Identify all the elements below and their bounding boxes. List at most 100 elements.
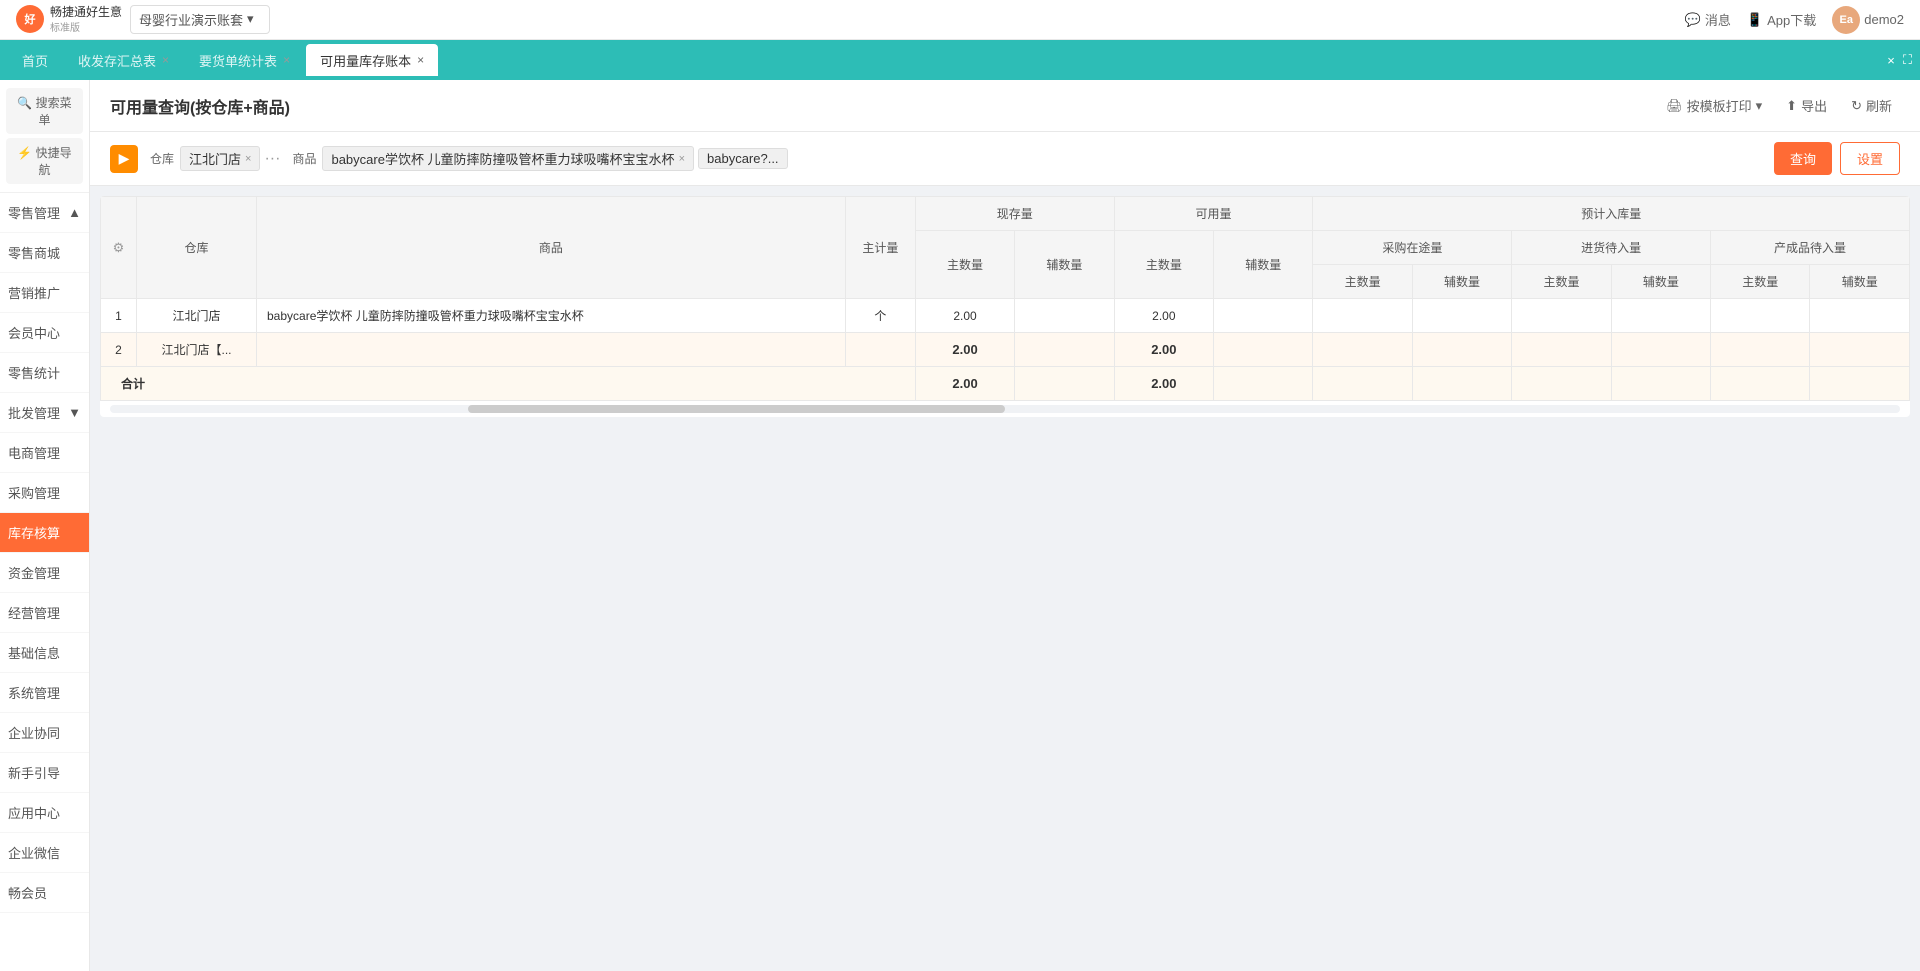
tab-available-inventory-label: 可用量库存账本 xyxy=(320,51,411,70)
th-purchase-aux: 辅数量 xyxy=(1412,265,1511,299)
th-purchase-main: 主数量 xyxy=(1313,265,1412,299)
horizontal-scrollbar[interactable] xyxy=(110,405,1900,413)
footer-total-row: 合计 2.00 2.00 xyxy=(101,367,1910,401)
sidebar-item-ecommerce[interactable]: 电商管理 xyxy=(0,433,89,473)
filter-expand-btn[interactable]: ▶ xyxy=(110,145,138,173)
sidebar-item-basic-info[interactable]: 基础信息 xyxy=(0,633,89,673)
cell-current-main-1: 2.00 xyxy=(915,299,1014,333)
sidebar-item-zero-retail-label: 零售管理 xyxy=(8,203,60,222)
chevron-down-icon: ▾ xyxy=(247,11,254,27)
page-actions: 🖨 按模板打印 ▾ ⬆ 导出 ↻ 刷新 xyxy=(1658,92,1900,119)
export-label: 导出 xyxy=(1801,96,1827,115)
print-btn[interactable]: 🖨 按模板打印 ▾ xyxy=(1658,92,1770,119)
tab-order-stats-close[interactable]: × xyxy=(283,53,290,67)
sidebar-item-finance[interactable]: 资金管理 xyxy=(0,553,89,593)
cell-production-main-1 xyxy=(1711,299,1810,333)
sidebar-item-purchase-label: 采购管理 xyxy=(8,483,60,502)
filter-actions: 查询 设置 xyxy=(1774,142,1900,175)
setting-btn[interactable]: 设置 xyxy=(1840,142,1900,175)
data-table: ⚙ 仓库 商品 主计量 现存量 可用量 预计入库量 主数量 辅数量 xyxy=(100,196,1910,401)
th-avail-main: 主数量 xyxy=(1114,231,1213,299)
sidebar-item-retail-mall[interactable]: 零售商城 xyxy=(0,233,89,273)
cell-purchase-main-1 xyxy=(1313,299,1412,333)
industry-label: 母婴行业演示账套 xyxy=(139,10,243,29)
sidebar-item-enterprise[interactable]: 企业协同 xyxy=(0,713,89,753)
sidebar-item-retail-stats[interactable]: 零售统计 xyxy=(0,353,89,393)
product-filter: 商品 babycare学饮杯 儿童防摔防撞吸管杯重力球吸嘴杯宝宝水杯 × bab… xyxy=(292,146,787,171)
tab-receivable-label: 收发存汇总表 xyxy=(78,51,156,70)
product-tag-0[interactable]: babycare学饮杯 儿童防摔防撞吸管杯重力球吸嘴杯宝宝水杯 × xyxy=(322,146,694,171)
settings-icon[interactable]: ⚙ xyxy=(113,240,125,255)
scrollbar-thumb[interactable] xyxy=(468,405,1005,413)
warehouse-more-btn[interactable]: ··· xyxy=(264,150,280,168)
quick-nav-btn[interactable]: ⚡ 快捷导航 xyxy=(6,138,83,184)
footer-avail-aux xyxy=(1214,367,1313,401)
warehouse-tags: 江北门店 × ··· xyxy=(180,146,280,171)
cell-purchase-aux-1 xyxy=(1412,299,1511,333)
filter-bar: ▶ 仓库 江北门店 × ··· 商品 babycare学饮杯 儿童防摔防撞吸管杯… xyxy=(90,132,1920,186)
page-header: 可用量查询(按仓库+商品) 🖨 按模板打印 ▾ ⬆ 导出 ↻ 刷新 xyxy=(90,80,1920,132)
main-layout: 🔍 搜索菜单 ⚡ 快捷导航 零售管理 ▲ 零售商城 营销推广 会员中心 零售统计… xyxy=(0,80,1920,971)
tab-receivable-close[interactable]: × xyxy=(162,53,169,67)
print-icon: 🖨 xyxy=(1666,98,1683,114)
app-label: App下载 xyxy=(1767,10,1816,29)
sidebar-item-wholesale[interactable]: 批发管理 ▼ xyxy=(0,393,89,433)
sidebar-item-appcenter[interactable]: 应用中心 xyxy=(0,793,89,833)
sidebar-item-purchase[interactable]: 采购管理 xyxy=(0,473,89,513)
sidebar-item-vip[interactable]: 畅会员 xyxy=(0,873,89,913)
sidebar-item-system[interactable]: 系统管理 xyxy=(0,673,89,713)
th-available: 可用量 xyxy=(1114,197,1313,231)
cell-current-main-2: 2.00 xyxy=(915,333,1014,367)
sidebar-item-inventory[interactable]: 库存核算 xyxy=(0,513,89,553)
sidebar-item-zero-retail[interactable]: 零售管理 ▲ xyxy=(0,193,89,233)
th-production-aux: 辅数量 xyxy=(1810,265,1910,299)
sidebar-item-business-label: 经营管理 xyxy=(8,603,60,622)
tab-order-stats[interactable]: 要货单统计表 × xyxy=(185,44,304,76)
product-tag-close-0[interactable]: × xyxy=(679,153,685,165)
sidebar-item-wecom-label: 企业微信 xyxy=(8,843,60,862)
tab-available-inventory-close[interactable]: × xyxy=(417,53,424,67)
cell-purchase-aux-2 xyxy=(1412,333,1511,367)
sidebar-item-marketing[interactable]: 营销推广 xyxy=(0,273,89,313)
close-all-tabs[interactable]: × ⛶ xyxy=(1887,52,1912,68)
tab-order-stats-label: 要货单统计表 xyxy=(199,51,277,70)
cell-incoming-aux-2 xyxy=(1611,333,1710,367)
table-container: ⚙ 仓库 商品 主计量 现存量 可用量 预计入库量 主数量 辅数量 xyxy=(90,186,1920,971)
table-row: 1 江北门店 babycare学饮杯 儿童防摔防撞吸管杯重力球吸嘴杯宝宝水杯 个… xyxy=(101,299,1910,333)
sidebar-item-business[interactable]: 经营管理 xyxy=(0,593,89,633)
query-btn[interactable]: 查询 xyxy=(1774,142,1832,175)
cell-incoming-aux-1 xyxy=(1611,299,1710,333)
sidebar-item-wecom[interactable]: 企业微信 xyxy=(0,833,89,873)
product-tag-text-1: babycare?... xyxy=(707,151,779,166)
logo-text: 畅捷通好生意 xyxy=(50,5,122,19)
product-tag-1[interactable]: babycare?... xyxy=(698,148,788,169)
search-menu-btn[interactable]: 🔍 搜索菜单 xyxy=(6,88,83,134)
logo-sub: 标准版 xyxy=(50,19,122,34)
sidebar-item-inventory-label: 库存核算 xyxy=(8,523,60,542)
cell-production-aux-1 xyxy=(1810,299,1910,333)
user-name: demo2 xyxy=(1864,12,1904,27)
tab-receivable[interactable]: 收发存汇总表 × xyxy=(64,44,183,76)
print-label: 按模板打印 xyxy=(1687,96,1752,115)
footer-incoming-aux xyxy=(1611,367,1710,401)
tab-home[interactable]: 首页 xyxy=(8,44,62,76)
message-btn[interactable]: 💬 消息 xyxy=(1685,10,1731,29)
export-btn[interactable]: ⬆ 导出 xyxy=(1778,92,1835,119)
sidebar-item-newguide[interactable]: 新手引导 xyxy=(0,753,89,793)
user-area[interactable]: Ea demo2 xyxy=(1832,6,1904,34)
warehouse-tag-close[interactable]: × xyxy=(245,153,251,165)
th-production-pending: 产成品待入量 xyxy=(1711,231,1910,265)
avatar: Ea xyxy=(1832,6,1860,34)
top-bar-right: 💬 消息 📱 App下载 Ea demo2 xyxy=(1685,6,1904,34)
refresh-btn[interactable]: ↻ 刷新 xyxy=(1843,92,1900,119)
sidebar-item-member[interactable]: 会员中心 xyxy=(0,313,89,353)
th-incoming-main: 主数量 xyxy=(1512,265,1611,299)
product-tags: babycare学饮杯 儿童防摔防撞吸管杯重力球吸嘴杯宝宝水杯 × babyca… xyxy=(322,146,787,171)
expand-icon: ▼ xyxy=(68,405,81,420)
cell-avail-aux-1 xyxy=(1214,299,1313,333)
tab-available-inventory[interactable]: 可用量库存账本 × xyxy=(306,44,438,76)
app-download-btn[interactable]: 📱 App下载 xyxy=(1747,10,1816,29)
warehouse-tag-0[interactable]: 江北门店 × xyxy=(180,146,260,171)
industry-select[interactable]: 母婴行业演示账套 ▾ xyxy=(130,5,270,34)
cell-product-2 xyxy=(257,333,846,367)
